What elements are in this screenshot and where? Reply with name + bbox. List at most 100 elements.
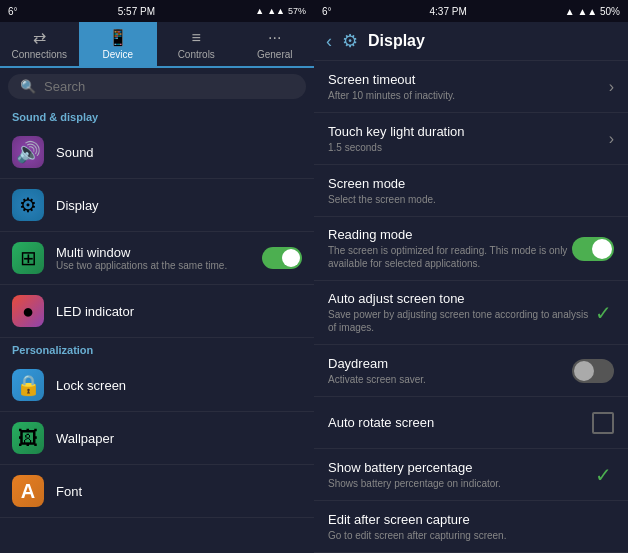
menu-item-font[interactable]: A Font [0, 465, 314, 518]
auto-adjust-checkbox[interactable]: ✓ [592, 302, 614, 324]
setting-edit-after-capture[interactable]: Edit after screen capture Go to edit scr… [314, 501, 628, 553]
multiwindow-toggle[interactable] [262, 247, 302, 269]
screen-mode-title: Screen mode [328, 176, 614, 191]
status-right-left-info: 6° [322, 6, 332, 17]
tab-controls[interactable]: ≡ Controls [157, 22, 236, 66]
screen-mode-subtitle: Select the screen mode. [328, 193, 614, 206]
setting-battery-percentage[interactable]: Show battery percentage Shows battery pe… [314, 449, 628, 501]
battery-percentage-title: Show battery percentage [328, 460, 592, 475]
multiwindow-title: Multi window [56, 245, 250, 260]
daydream-toggle[interactable] [572, 359, 614, 383]
reading-mode-text: Reading mode The screen is optimized for… [328, 227, 572, 270]
reading-mode-subtitle: The screen is optimized for reading. Thi… [328, 244, 572, 270]
tab-connections[interactable]: ⇄ Connections [0, 22, 79, 66]
edit-after-capture-subtitle: Go to edit screen after capturing screen… [328, 529, 614, 542]
screen-timeout-subtitle: After 10 minutes of inactivity. [328, 89, 601, 102]
menu-item-led[interactable]: ● LED indicator [0, 285, 314, 338]
wallpaper-text: Wallpaper [56, 431, 302, 446]
display-title: Display [56, 198, 302, 213]
setting-screen-timeout[interactable]: Screen timeout After 10 minutes of inact… [314, 61, 628, 113]
sound-title: Sound [56, 145, 302, 160]
tab-general[interactable]: ··· General [236, 22, 315, 66]
daydream-text: Daydream Activate screen saver. [328, 356, 572, 386]
display-title-header: Display [368, 32, 425, 50]
status-right-icons-right: ▲ ▲▲ 50% [565, 6, 620, 17]
general-icon: ··· [268, 29, 281, 47]
font-text: Font [56, 484, 302, 499]
section-sound-display: Sound & display [0, 105, 314, 126]
display-icon: ⚙ [12, 189, 44, 221]
battery-percentage-checkbox[interactable]: ✓ [592, 464, 614, 486]
reading-mode-toggle[interactable] [572, 237, 614, 261]
wifi-icon: ▲ [255, 6, 264, 16]
led-text: LED indicator [56, 304, 302, 319]
battery-left: 57% [288, 6, 306, 16]
right-panel: 6° 4:37 PM ▲ ▲▲ 50% ‹ ⚙ Display Screen t… [314, 0, 628, 553]
controls-icon: ≡ [192, 29, 201, 47]
signal-icon-right: ▲▲ [577, 6, 597, 17]
display-gear-icon: ⚙ [342, 30, 358, 52]
wallpaper-icon: 🖼 [12, 422, 44, 454]
temperature-right: 6° [322, 6, 332, 17]
auto-rotate-text: Auto rotate screen [328, 415, 592, 430]
auto-rotate-checkbox[interactable] [592, 412, 614, 434]
multiwindow-text: Multi window Use two applications at the… [56, 245, 250, 271]
battery-percentage-text: Show battery percentage Shows battery pe… [328, 460, 592, 490]
edit-after-capture-title: Edit after screen capture [328, 512, 614, 527]
tab-device[interactable]: 📱 Device [79, 22, 158, 66]
setting-touch-key-light[interactable]: Touch key light duration 1.5 seconds › [314, 113, 628, 165]
search-input[interactable] [44, 79, 294, 94]
auto-adjust-subtitle: Save power by adjusting screen tone acco… [328, 308, 592, 334]
status-left-info: 6° [8, 6, 18, 17]
battery-right: 50% [600, 6, 620, 17]
lockscreen-text: Lock screen [56, 378, 302, 393]
lockscreen-icon: 🔒 [12, 369, 44, 401]
daydream-subtitle: Activate screen saver. [328, 373, 572, 386]
display-text: Display [56, 198, 302, 213]
nav-tabs: ⇄ Connections 📱 Device ≡ Controls ··· Ge… [0, 22, 314, 68]
temperature-left: 6° [8, 6, 18, 17]
tab-device-label: Device [102, 49, 133, 60]
touch-key-arrow: › [609, 130, 614, 148]
touch-key-title: Touch key light duration [328, 124, 601, 139]
tab-general-label: General [257, 49, 293, 60]
menu-item-display[interactable]: ⚙ Display [0, 179, 314, 232]
font-icon: A [12, 475, 44, 507]
sound-icon: 🔊 [12, 136, 44, 168]
auto-rotate-title: Auto rotate screen [328, 415, 592, 430]
setting-reading-mode[interactable]: Reading mode The screen is optimized for… [314, 217, 628, 281]
daydream-title: Daydream [328, 356, 572, 371]
tab-controls-label: Controls [178, 49, 215, 60]
menu-item-lockscreen[interactable]: 🔒 Lock screen [0, 359, 314, 412]
menu-item-multiwindow[interactable]: ⊞ Multi window Use two applications at t… [0, 232, 314, 285]
menu-item-sound[interactable]: 🔊 Sound [0, 126, 314, 179]
status-bar-left: 6° 5:57 PM ▲ ▲▲ 57% [0, 0, 314, 22]
back-button[interactable]: ‹ [326, 31, 332, 52]
led-title: LED indicator [56, 304, 302, 319]
screen-mode-text: Screen mode Select the screen mode. [328, 176, 614, 206]
tab-connections-label: Connections [11, 49, 67, 60]
status-bar-right: 6° 4:37 PM ▲ ▲▲ 50% [314, 0, 628, 22]
time-right: 4:37 PM [430, 6, 467, 17]
screen-timeout-text: Screen timeout After 10 minutes of inact… [328, 72, 601, 102]
reading-mode-title: Reading mode [328, 227, 572, 242]
touch-key-text: Touch key light duration 1.5 seconds [328, 124, 601, 154]
status-right-icons-left: ▲ ▲▲ 57% [255, 6, 306, 16]
time-left: 5:57 PM [118, 6, 155, 17]
connections-icon: ⇄ [33, 28, 46, 47]
wallpaper-title: Wallpaper [56, 431, 302, 446]
setting-auto-adjust[interactable]: Auto adjust screen tone Save power by ad… [314, 281, 628, 345]
touch-key-subtitle: 1.5 seconds [328, 141, 601, 154]
screen-timeout-title: Screen timeout [328, 72, 601, 87]
search-bar[interactable]: 🔍 [8, 74, 306, 99]
device-icon: 📱 [108, 28, 128, 47]
search-icon: 🔍 [20, 79, 36, 94]
setting-screen-mode[interactable]: Screen mode Select the screen mode. [314, 165, 628, 217]
setting-daydream[interactable]: Daydream Activate screen saver. [314, 345, 628, 397]
display-header: ‹ ⚙ Display [314, 22, 628, 61]
auto-adjust-text: Auto adjust screen tone Save power by ad… [328, 291, 592, 334]
left-panel: 6° 5:57 PM ▲ ▲▲ 57% ⇄ Connections 📱 Devi… [0, 0, 314, 553]
menu-item-wallpaper[interactable]: 🖼 Wallpaper [0, 412, 314, 465]
wifi-icon-right: ▲ [565, 6, 575, 17]
setting-auto-rotate[interactable]: Auto rotate screen [314, 397, 628, 449]
